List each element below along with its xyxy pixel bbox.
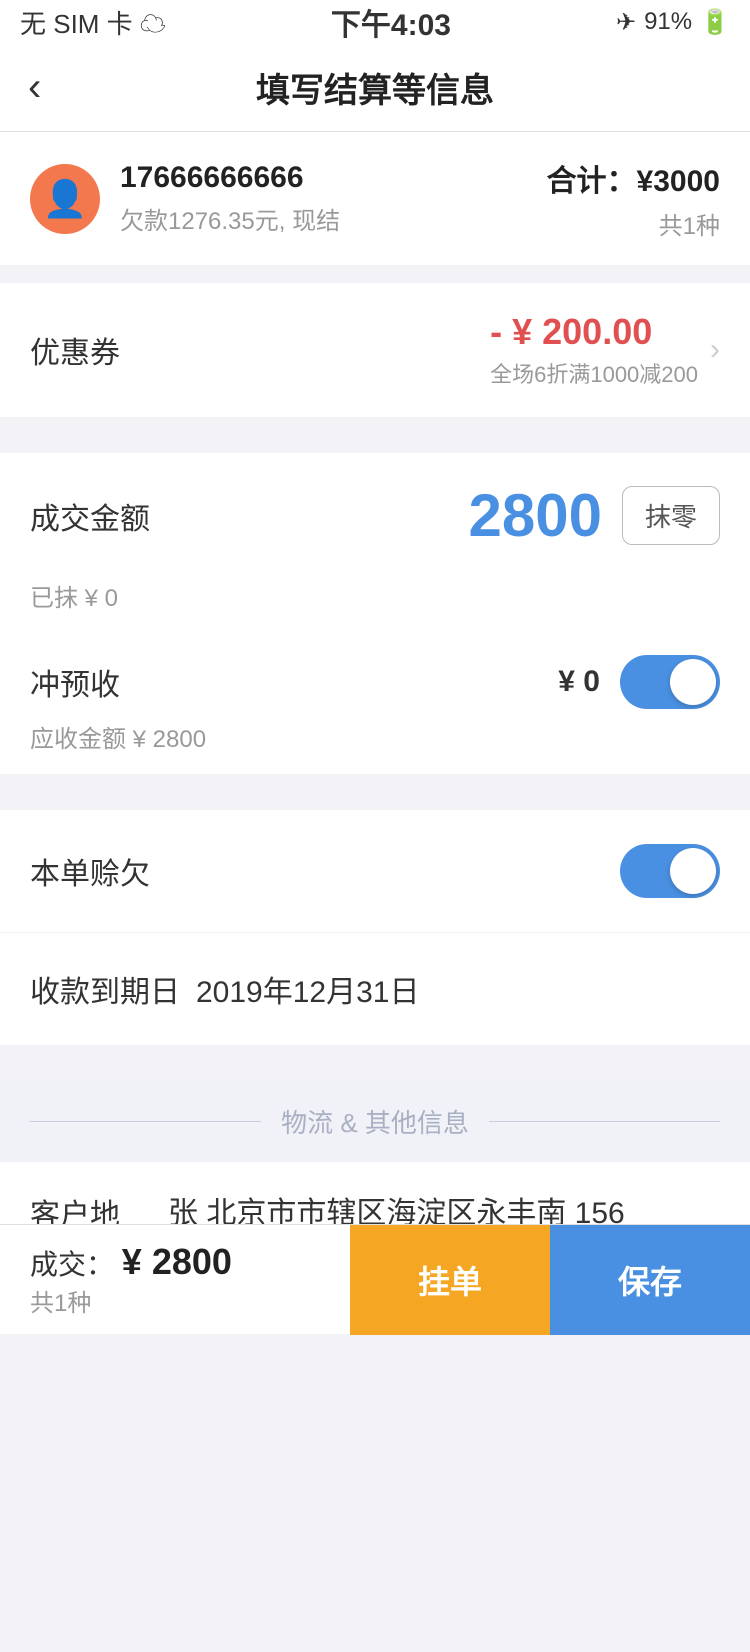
back-button[interactable]: ‹ — [28, 65, 41, 110]
total-count: 共1种 — [547, 206, 720, 241]
debt-toggle[interactable] — [620, 844, 720, 898]
avatar: 👤 — [30, 164, 100, 234]
page-title: 填写结算等信息 — [256, 63, 494, 112]
user-icon: 👤 — [43, 178, 88, 220]
due-row: 收款到期日 2019年12月31日 — [0, 932, 750, 1045]
prepay-amount-wrap: ¥ 0 — [558, 665, 600, 699]
bottom-deal-amount: ¥ 2800 — [122, 1241, 232, 1282]
bottom-count: 共1种 — [30, 1283, 320, 1318]
customer-info: 17666666666 欠款1276.35元, 现结 — [120, 161, 547, 236]
section-divider-1 — [0, 435, 750, 453]
deal-label: 成交金额 — [30, 494, 469, 538]
deal-section: 成交金额 2800 抹零 已抹 ¥ 0 冲预收 ¥ 0 应收金额 ¥ 2800 — [0, 453, 750, 774]
prepay-label: 冲预收 — [30, 660, 558, 704]
deal-amount-value: 2800 — [469, 481, 602, 550]
customer-phone: 17666666666 — [120, 161, 547, 195]
status-time: 下午4:03 — [331, 0, 451, 44]
round-button[interactable]: 抹零 — [622, 486, 720, 545]
coupon-desc: 全场6折满1000减200 — [490, 357, 698, 389]
battery-icon: 🔋 — [700, 8, 730, 37]
debt-row: 本单赊欠 — [0, 810, 750, 932]
sim-status: 无 SIM 卡 ☁ — [20, 4, 166, 41]
bottom-deal-label: 成交： — [30, 1249, 114, 1280]
status-right: ✈ 91% 🔋 — [616, 8, 730, 37]
section-divider-2 — [0, 792, 750, 810]
coupon-amount: - ¥ 200.00 — [490, 311, 698, 353]
deal-sub: 已抹 ¥ 0 — [0, 578, 750, 633]
logistics-divider: 物流 & 其他信息 — [0, 1081, 750, 1162]
bottom-summary: 成交： ¥ 2800 共1种 — [0, 1241, 350, 1318]
logistics-line-right — [489, 1121, 720, 1122]
customer-row: 👤 17666666666 欠款1276.35元, 现结 合计：¥3000 共1… — [0, 132, 750, 265]
prepay-row: 冲预收 ¥ 0 — [0, 633, 750, 719]
due-label: 收款到期日 — [30, 967, 180, 1011]
due-date: 2019年12月31日 — [196, 967, 419, 1011]
coupon-right: - ¥ 200.00 全场6折满1000减200 › — [490, 311, 720, 389]
status-left: 无 SIM 卡 ☁ — [20, 4, 166, 41]
gray-spacer — [0, 1332, 750, 1532]
hold-button[interactable]: 挂单 — [350, 1225, 550, 1335]
total-amount: 合计：¥3000 — [547, 156, 720, 200]
coupon-section: 优惠券 - ¥ 200.00 全场6折满1000减200 › — [0, 283, 750, 417]
location-icon: ✈ — [616, 8, 636, 37]
prepay-sub: 应收金额 ¥ 2800 — [0, 719, 750, 774]
save-button[interactable]: 保存 — [550, 1225, 750, 1335]
status-bar: 无 SIM 卡 ☁ 下午4:03 ✈ 91% 🔋 — [0, 0, 750, 44]
coupon-label: 优惠券 — [30, 328, 120, 372]
nav-bar: ‹ 填写结算等信息 — [0, 44, 750, 132]
customer-section: 👤 17666666666 欠款1276.35元, 现结 合计：¥3000 共1… — [0, 132, 750, 265]
bottom-deal-line: 成交： ¥ 2800 — [30, 1241, 320, 1283]
chevron-right-icon: › — [710, 333, 720, 367]
section-divider-3 — [0, 1063, 750, 1081]
logistics-text: 物流 & 其他信息 — [261, 1103, 489, 1140]
prepay-amount: ¥ 0 — [558, 665, 600, 699]
battery-status: 91% — [644, 8, 692, 36]
customer-total: 合计：¥3000 共1种 — [547, 156, 720, 241]
prepay-toggle[interactable] — [620, 655, 720, 709]
debt-section: 本单赊欠 收款到期日 2019年12月31日 — [0, 810, 750, 1045]
logistics-line-left — [30, 1121, 261, 1122]
debt-label: 本单赊欠 — [30, 849, 620, 893]
customer-sub: 欠款1276.35元, 现结 — [120, 201, 547, 236]
deal-row: 成交金额 2800 抹零 — [0, 453, 750, 578]
coupon-row[interactable]: 优惠券 - ¥ 200.00 全场6折满1000减200 › — [0, 283, 750, 417]
bottom-bar: 成交： ¥ 2800 共1种 挂单 保存 — [0, 1224, 750, 1334]
deal-value-wrap: 2800 抹零 — [469, 481, 721, 550]
prepay-right: ¥ 0 — [558, 655, 720, 709]
